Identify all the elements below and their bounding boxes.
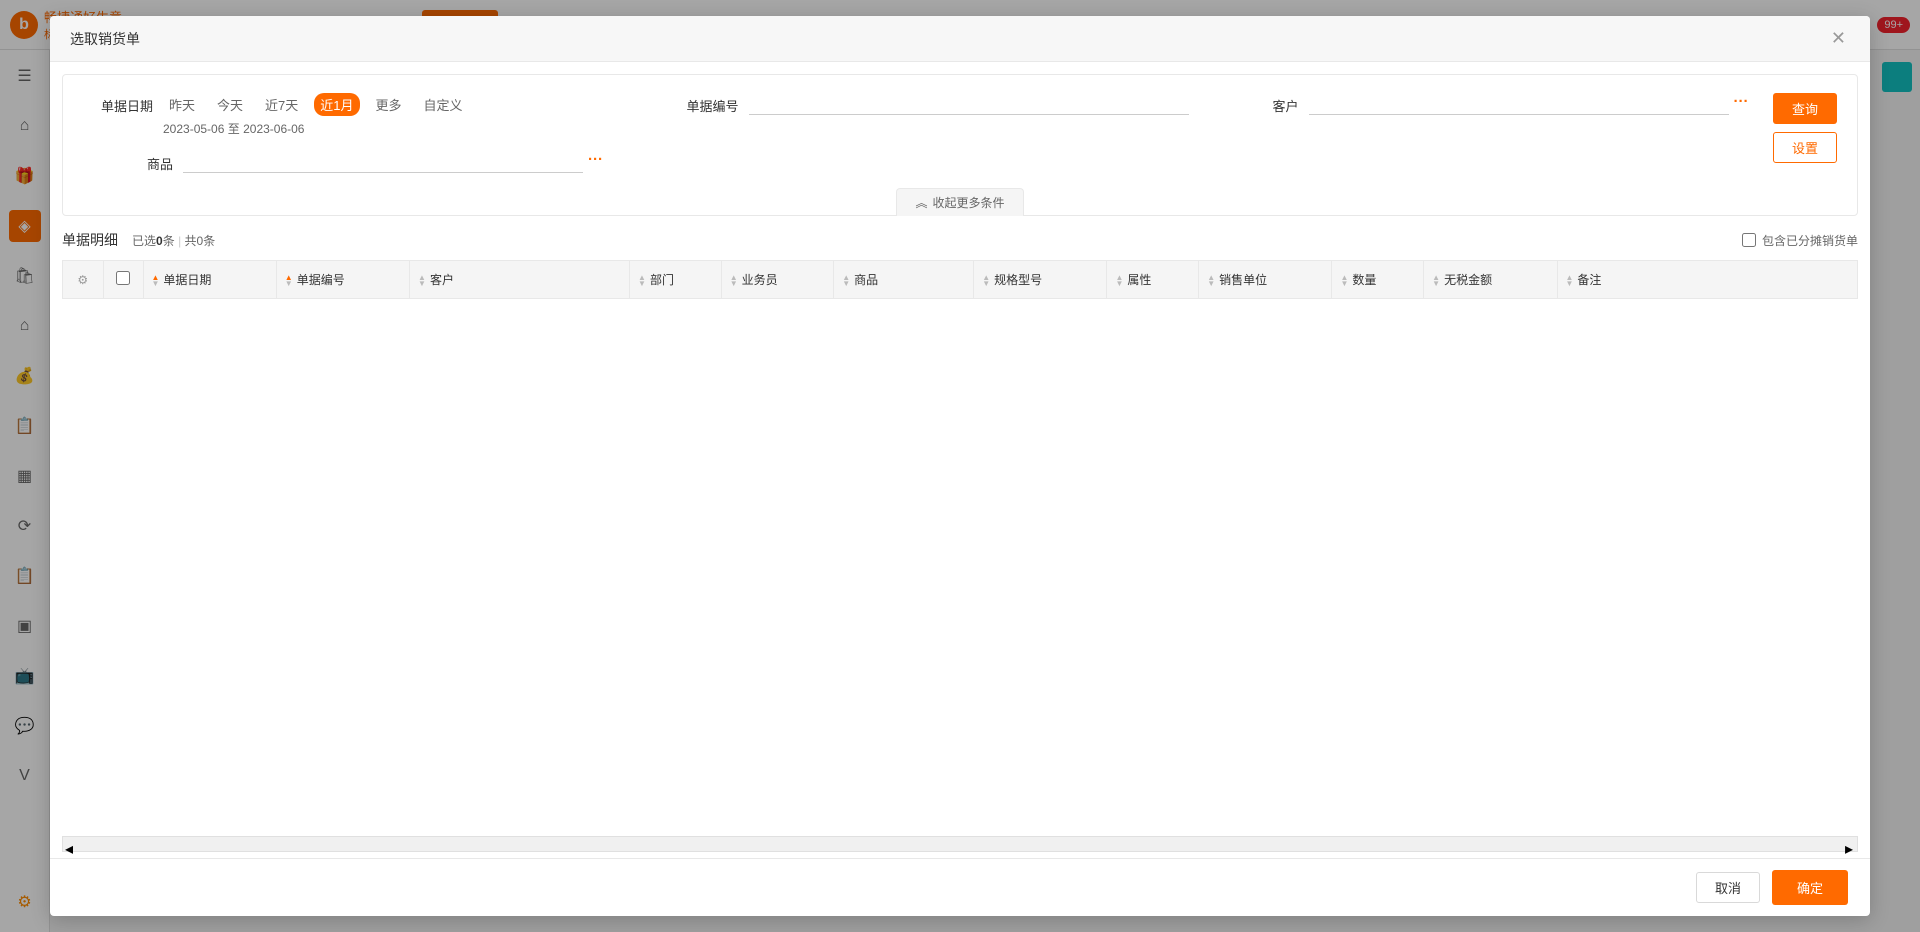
filter-panel: 单据日期 昨天 今天 近7天 近1月 更多 自定义 2023 <box>62 74 1858 216</box>
date-range: 2023-05-06 至 2023-06-06 <box>163 120 469 137</box>
customer-label: 客户 <box>1229 93 1309 115</box>
spacer <box>50 299 1870 836</box>
settings-button[interactable]: 设置 <box>1773 132 1837 163</box>
sort-icon: ▲▼ <box>842 275 850 287</box>
query-button[interactable]: 查询 <box>1773 93 1837 124</box>
sort-icon: ▲▼ <box>1340 275 1348 287</box>
customer-input[interactable] <box>1309 93 1729 115</box>
col-customer[interactable]: ▲▼客户 <box>410 261 630 298</box>
select-sales-order-modal: 选取销货单 ✕ 单据日期 昨天 今天 近7天 近1月 更多 <box>50 16 1870 916</box>
date-to: 2023-06-06 <box>243 122 304 136</box>
sort-icon: ▲▼ <box>418 275 426 287</box>
table-wrap: ⚙ ▲▼单据日期 ▲▼单据编号 ▲▼客户 ▲▼部门 ▲▼业务员 ▲▼商品 ▲▼规… <box>62 260 1858 299</box>
column-settings-icon[interactable]: ⚙ <box>63 261 103 298</box>
detail-table: ⚙ ▲▼单据日期 ▲▼单据编号 ▲▼客户 ▲▼部门 ▲▼业务员 ▲▼商品 ▲▼规… <box>63 261 1857 298</box>
filter-customer: 客户 ··· <box>1229 93 1754 115</box>
modal-footer: 取消 确定 <box>50 858 1870 916</box>
sort-icon: ▲▼ <box>285 275 293 287</box>
date-tabs: 昨天 今天 近7天 近1月 更多 自定义 <box>163 93 469 116</box>
detail-header: 单据明细 已选0条 | 共0条 包含已分摊销货单 <box>50 216 1870 260</box>
filter-row-1: 单据日期 昨天 今天 近7天 近1月 更多 自定义 2023 <box>83 93 1837 137</box>
date-tab-last7[interactable]: 近7天 <box>259 93 304 116</box>
table-header-row: ⚙ ▲▼单据日期 ▲▼单据编号 ▲▼客户 ▲▼部门 ▲▼业务员 ▲▼商品 ▲▼规… <box>63 261 1857 298</box>
sort-icon: ▲▼ <box>638 275 646 287</box>
date-tab-today[interactable]: 今天 <box>211 93 249 116</box>
chevron-up-icon: ︽ <box>915 194 927 211</box>
select-all-checkbox[interactable] <box>116 271 130 285</box>
date-tab-more[interactable]: 更多 <box>370 93 408 116</box>
scroll-left-icon[interactable]: ◂ <box>65 839 75 849</box>
col-remark[interactable]: ▲▼备注 <box>1557 261 1857 298</box>
collapse-label: 收起更多条件 <box>933 194 1005 211</box>
column-checkbox <box>103 261 143 298</box>
product-input[interactable] <box>183 151 583 173</box>
filter-product: 商品 ··· <box>83 151 608 173</box>
sort-icon: ▲▼ <box>152 275 160 287</box>
sort-icon: ▲▼ <box>1115 275 1123 287</box>
docno-label: 单据编号 <box>669 93 749 115</box>
col-sales-unit[interactable]: ▲▼销售单位 <box>1199 261 1332 298</box>
collapse-button[interactable]: ︽ 收起更多条件 <box>896 188 1023 216</box>
modal-body: 单据日期 昨天 今天 近7天 近1月 更多 自定义 2023 <box>50 62 1870 858</box>
sort-icon: ▲▼ <box>1566 275 1574 287</box>
horizontal-scrollbar[interactable]: ◂ ▸ <box>62 836 1858 852</box>
modal-overlay: 选取销货单 ✕ 单据日期 昨天 今天 近7天 近1月 更多 <box>0 0 1920 932</box>
scroll-right-icon[interactable]: ▸ <box>1845 839 1855 849</box>
col-date[interactable]: ▲▼单据日期 <box>143 261 276 298</box>
product-label: 商品 <box>83 151 183 173</box>
include-distributed-checkbox[interactable] <box>1742 233 1756 247</box>
cancel-button[interactable]: 取消 <box>1696 872 1760 903</box>
detail-count: 已选0条 | 共0条 <box>132 232 215 249</box>
customer-picker-icon[interactable]: ··· <box>1729 93 1754 110</box>
date-options: 昨天 今天 近7天 近1月 更多 自定义 2023-05-06 至 2023-0… <box>163 93 469 137</box>
include-distributed-label: 包含已分摊销货单 <box>1762 232 1858 249</box>
col-docno[interactable]: ▲▼单据编号 <box>276 261 409 298</box>
filter-actions: 查询 设置 <box>1773 93 1837 163</box>
collapse-bar: ︽ 收起更多条件 <box>83 187 1837 215</box>
date-sep: 至 <box>228 122 240 136</box>
col-untaxed[interactable]: ▲▼无税金额 <box>1424 261 1557 298</box>
product-picker-icon[interactable]: ··· <box>583 151 608 168</box>
date-tab-yesterday[interactable]: 昨天 <box>163 93 201 116</box>
date-from: 2023-05-06 <box>163 122 224 136</box>
filter-row-2: 商品 ··· <box>83 151 1837 173</box>
confirm-button[interactable]: 确定 <box>1772 870 1848 905</box>
sort-icon: ▲▼ <box>1207 275 1215 287</box>
docno-input[interactable] <box>749 93 1189 115</box>
filter-docno: 单据编号 <box>669 93 1189 115</box>
col-qty[interactable]: ▲▼数量 <box>1332 261 1424 298</box>
include-distributed-wrap[interactable]: 包含已分摊销货单 <box>1742 232 1858 249</box>
sort-icon: ▲▼ <box>982 275 990 287</box>
date-tab-custom[interactable]: 自定义 <box>418 93 469 116</box>
col-dept[interactable]: ▲▼部门 <box>630 261 722 298</box>
modal-title: 选取销货单 <box>70 29 140 49</box>
date-tab-last1m[interactable]: 近1月 <box>314 93 359 116</box>
date-label: 单据日期 <box>83 93 163 115</box>
close-icon[interactable]: ✕ <box>1827 24 1850 53</box>
col-product[interactable]: ▲▼商品 <box>834 261 974 298</box>
sort-icon: ▲▼ <box>1432 275 1440 287</box>
sort-icon: ▲▼ <box>730 275 738 287</box>
filter-date: 单据日期 昨天 今天 近7天 近1月 更多 自定义 2023 <box>83 93 469 137</box>
detail-title: 单据明细 <box>62 230 118 250</box>
col-attribute[interactable]: ▲▼属性 <box>1107 261 1199 298</box>
modal-header: 选取销货单 ✕ <box>50 16 1870 62</box>
col-salesperson[interactable]: ▲▼业务员 <box>721 261 833 298</box>
col-spec[interactable]: ▲▼规格型号 <box>974 261 1107 298</box>
